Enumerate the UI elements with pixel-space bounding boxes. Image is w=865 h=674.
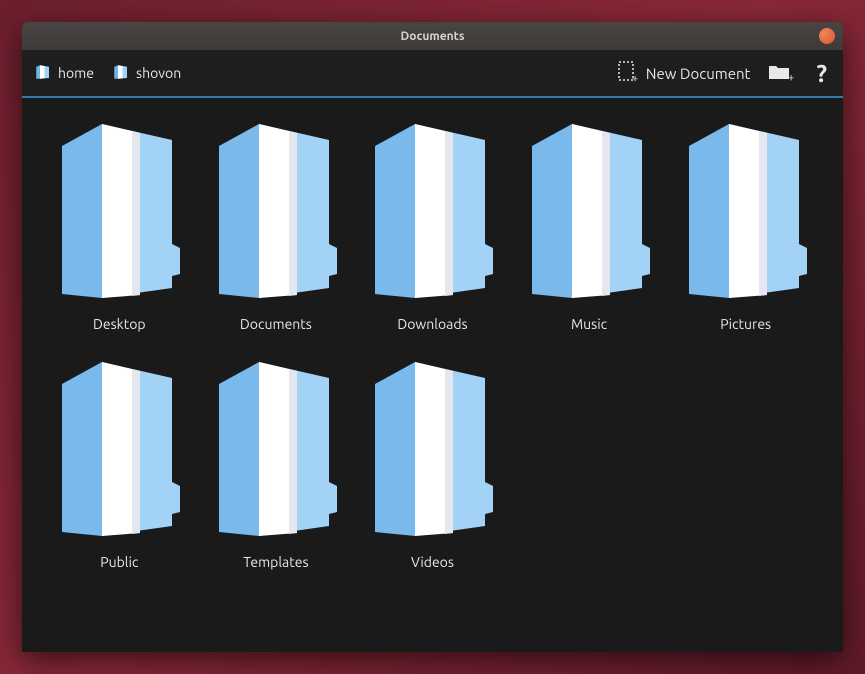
titlebar[interactable]: Documents	[22, 22, 843, 50]
folder-icon	[681, 116, 811, 310]
folder-icon	[112, 63, 130, 84]
new-folder-icon: +	[768, 62, 794, 85]
help-button[interactable]: ?	[812, 60, 831, 87]
new-document-label: New Document	[646, 65, 751, 82]
folder-label: Downloads	[397, 316, 467, 332]
toolbar: home shovon + New Document	[22, 50, 843, 98]
folder-label: Desktop	[93, 316, 146, 332]
file-manager-window: Documents home shovon	[22, 22, 843, 652]
svg-text:+: +	[632, 73, 638, 83]
folder-label: Documents	[240, 316, 312, 332]
folder-grid: Desktop Documents Downloads Music Pictur…	[50, 116, 815, 570]
folder-label: Pictures	[720, 316, 771, 332]
folder-label: Public	[100, 554, 138, 570]
breadcrumb-label: shovon	[136, 65, 181, 81]
toolbar-actions: + New Document + ?	[618, 60, 831, 87]
folder-item[interactable]: Desktop	[50, 116, 189, 332]
folder-icon	[54, 354, 184, 548]
svg-text:+: +	[788, 72, 794, 82]
new-document-button[interactable]: + New Document	[618, 61, 751, 86]
folder-icon	[54, 116, 184, 310]
new-folder-button[interactable]: +	[768, 62, 794, 85]
folder-icon	[211, 354, 341, 548]
folder-item[interactable]: Templates	[207, 354, 346, 570]
folder-item[interactable]: Documents	[207, 116, 346, 332]
folder-item[interactable]: Downloads	[363, 116, 502, 332]
folder-label: Music	[571, 316, 607, 332]
folder-item[interactable]: Music	[520, 116, 659, 332]
breadcrumb-label: home	[58, 65, 94, 81]
folder-icon	[367, 116, 497, 310]
breadcrumb: home shovon	[34, 63, 181, 84]
folder-icon	[524, 116, 654, 310]
folder-icon	[34, 63, 52, 84]
breadcrumb-item-home[interactable]: home	[34, 63, 94, 84]
content-area[interactable]: Desktop Documents Downloads Music Pictur…	[22, 98, 843, 652]
folder-item[interactable]: Pictures	[676, 116, 815, 332]
folder-label: Templates	[243, 554, 308, 570]
breadcrumb-item-user[interactable]: shovon	[112, 63, 181, 84]
new-document-icon: +	[618, 61, 638, 86]
folder-label: Videos	[411, 554, 454, 570]
close-button[interactable]	[819, 28, 835, 44]
folder-icon	[211, 116, 341, 310]
folder-item[interactable]: Public	[50, 354, 189, 570]
window-title: Documents	[401, 30, 465, 43]
folder-icon	[367, 354, 497, 548]
folder-item[interactable]: Videos	[363, 354, 502, 570]
